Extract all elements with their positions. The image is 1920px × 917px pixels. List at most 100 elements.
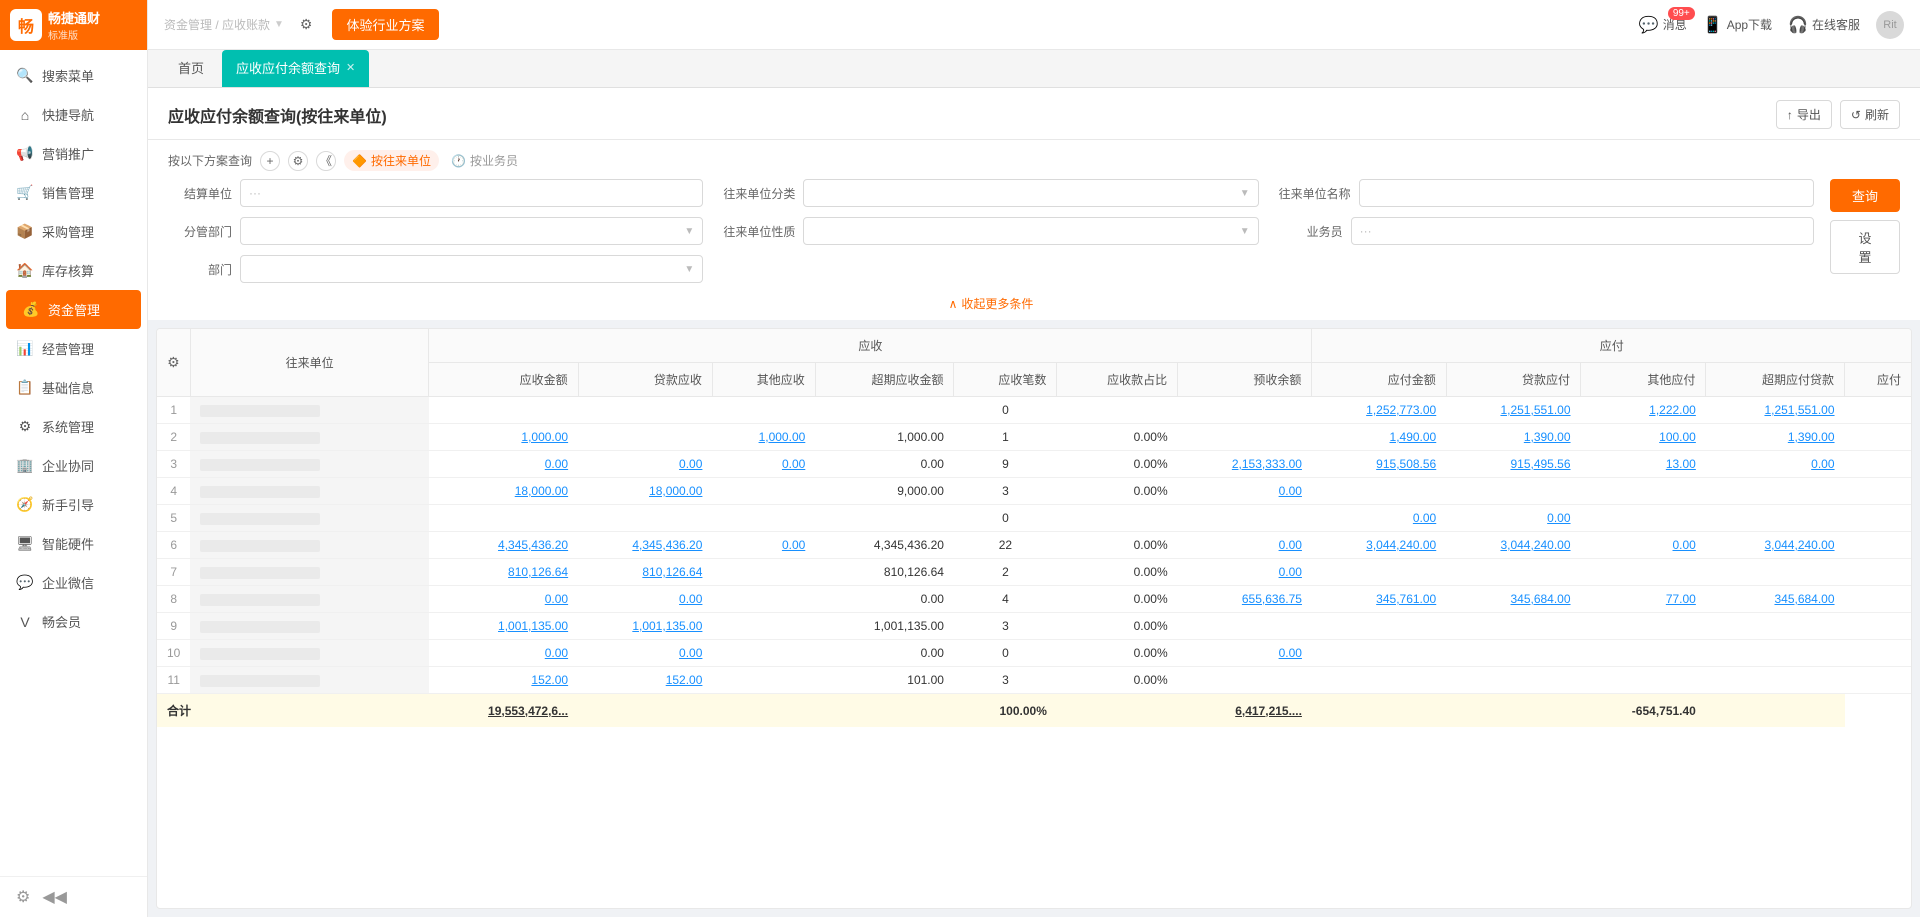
topbar-app-btn[interactable]: 📱 App下载: [1703, 15, 1772, 35]
sidebar-item-ops[interactable]: 📊 经营管理: [0, 329, 147, 368]
sidebar-item-corp[interactable]: 🏢 企业协同: [0, 446, 147, 485]
table-settings-icon[interactable]: ⚙: [167, 354, 180, 370]
sidebar-item-hardware[interactable]: 🖥 智能硬件: [0, 524, 147, 563]
filter-salesperson-input[interactable]: ···: [1351, 217, 1814, 245]
cell-num[interactable]: 18,000.00: [429, 478, 578, 505]
cell-num[interactable]: 1,251,551.00: [1446, 397, 1580, 424]
cell-num[interactable]: 0.00: [578, 451, 712, 478]
topbar-gear-icon[interactable]: ⚙: [300, 16, 313, 33]
cell-num[interactable]: 13.00: [1581, 451, 1706, 478]
filter-subdept-input[interactable]: ▼: [240, 255, 703, 283]
cell-num[interactable]: 0.00: [429, 586, 578, 613]
cell-num[interactable]: 0.00: [1178, 640, 1312, 667]
cell-num[interactable]: 3,044,240.00: [1312, 532, 1446, 559]
logo-name: 畅捷通财: [48, 8, 100, 27]
cell-num[interactable]: 655,636.75: [1178, 586, 1312, 613]
topbar-user[interactable]: Rit: [1876, 11, 1904, 39]
cell-num[interactable]: 3,044,240.00: [1706, 532, 1845, 559]
cell-num[interactable]: 0.00: [429, 451, 578, 478]
refresh-icon: ↺: [1851, 108, 1861, 122]
sidebar-item-sales[interactable]: 🛒 销售管理: [0, 173, 147, 212]
sidebar-collapse-btn[interactable]: ◀◀: [42, 887, 67, 907]
cell-num[interactable]: 3,044,240.00: [1446, 532, 1580, 559]
cell-num[interactable]: 100.00: [1581, 424, 1706, 451]
cell-num[interactable]: 1,001,135.00: [429, 613, 578, 640]
filter-name-input[interactable]: [1359, 179, 1814, 207]
table-row: 11 152.00 152.00 101.00 3 0.00%: [157, 667, 1911, 694]
scheme-item-partner[interactable]: 🔶 按往来单位: [344, 150, 439, 171]
cell-num[interactable]: 4,345,436.20: [578, 532, 712, 559]
filter-add-btn[interactable]: +: [260, 151, 280, 171]
filter-nature-input[interactable]: ▼: [803, 217, 1258, 245]
tab-ar-query[interactable]: 应收应付余额查询 ✕: [222, 50, 369, 87]
scheme-item-salesperson[interactable]: 🕐 按业务员: [443, 150, 526, 171]
footer-ap-amount[interactable]: 6,417,215....: [1178, 694, 1312, 728]
cell-num[interactable]: 4,345,436.20: [429, 532, 578, 559]
topbar-cta-button[interactable]: 体验行业方案: [332, 9, 438, 40]
cell-num[interactable]: 0.00: [429, 640, 578, 667]
cell-num[interactable]: 0.00: [1178, 532, 1312, 559]
cell-num[interactable]: 345,684.00: [1446, 586, 1580, 613]
settings-button[interactable]: 设置: [1830, 220, 1900, 274]
topbar-message-btn[interactable]: 💬 消息 99+: [1639, 15, 1687, 35]
sidebar-item-inventory[interactable]: 🏠 库存核算: [0, 251, 147, 290]
cell-num[interactable]: 1,000.00: [429, 424, 578, 451]
sidebar-item-system[interactable]: ⚙ 系统管理: [0, 407, 147, 446]
cell-num[interactable]: 345,684.00: [1706, 586, 1845, 613]
sidebar-item-purchase[interactable]: 📦 采购管理: [0, 212, 147, 251]
tab-close-icon[interactable]: ✕: [346, 61, 355, 74]
cell-num[interactable]: 0.00: [578, 586, 712, 613]
filter-settlement-input[interactable]: ···: [240, 179, 703, 207]
sidebar-item-member[interactable]: V 畅会员: [0, 602, 147, 641]
cell-num[interactable]: 915,508.56: [1312, 451, 1446, 478]
cell-num[interactable]: 1,390.00: [1446, 424, 1580, 451]
filter-collapse-row[interactable]: ∧ 收起更多条件: [168, 291, 1814, 320]
cell-num[interactable]: 152.00: [429, 667, 578, 694]
query-button[interactable]: 查询: [1830, 179, 1900, 212]
cell-num[interactable]: 0.00: [712, 532, 815, 559]
cell-num[interactable]: 2,153,333.00: [1178, 451, 1312, 478]
cell-num[interactable]: 915,495.56: [1446, 451, 1580, 478]
cell-num[interactable]: 810,126.64: [429, 559, 578, 586]
cell-num[interactable]: 1,000.00: [712, 424, 815, 451]
cell-num[interactable]: 1,490.00: [1312, 424, 1446, 451]
sidebar-settings-btn[interactable]: ⚙: [16, 887, 30, 907]
cell-num[interactable]: 0.00: [1178, 559, 1312, 586]
cell-num[interactable]: 0.00: [1581, 532, 1706, 559]
sidebar-item-quick-nav[interactable]: ⌂ 快捷导航: [0, 95, 147, 134]
cell-num[interactable]: 77.00: [1581, 586, 1706, 613]
topbar-service-btn[interactable]: 🎧 在线客服: [1788, 15, 1860, 35]
sidebar-item-marketing[interactable]: 📢 营销推广: [0, 134, 147, 173]
cell-num[interactable]: 0.00: [1312, 505, 1446, 532]
cell-num[interactable]: 0.00: [1706, 451, 1845, 478]
cell-num[interactable]: 1,222.00: [1581, 397, 1706, 424]
sidebar-item-wechat[interactable]: 💬 企业微信: [0, 563, 147, 602]
filter-category-input[interactable]: ▼: [803, 179, 1258, 207]
cell-num[interactable]: 1,390.00: [1706, 424, 1845, 451]
refresh-button[interactable]: ↺ 刷新: [1840, 100, 1900, 129]
cell-num[interactable]: 152.00: [578, 667, 712, 694]
sidebar-icon-sales: 🛒: [16, 184, 34, 201]
cell-num[interactable]: 0.00: [712, 451, 815, 478]
cell-num[interactable]: 345,761.00: [1312, 586, 1446, 613]
sidebar-item-guide[interactable]: 🧭 新手引导: [0, 485, 147, 524]
cell-num[interactable]: 810,126.64: [578, 559, 712, 586]
sidebar-item-base[interactable]: 📋 基础信息: [0, 368, 147, 407]
sidebar-item-search-menu[interactable]: 🔍 搜索菜单: [0, 56, 147, 95]
cell-empty: [1706, 667, 1845, 694]
filter-scheme-settings-btn[interactable]: ⚙: [288, 151, 308, 171]
filter-dept-input[interactable]: ▼: [240, 217, 703, 245]
cell-num[interactable]: 0.00: [1446, 505, 1580, 532]
cell-num[interactable]: 1,251,551.00: [1706, 397, 1845, 424]
tab-home[interactable]: 首页: [164, 50, 218, 87]
cell-num[interactable]: 0.00: [1178, 478, 1312, 505]
footer-ar-amount[interactable]: 19,553,472,6...: [429, 694, 578, 728]
cell-num[interactable]: 18,000.00: [578, 478, 712, 505]
cell-num[interactable]: 0.00: [578, 640, 712, 667]
cell-num[interactable]: 1,252,773.00: [1312, 397, 1446, 424]
cell-num[interactable]: 1,001,135.00: [578, 613, 712, 640]
export-button[interactable]: ↑ 导出: [1776, 100, 1832, 129]
sidebar-item-finance[interactable]: 💰 资金管理: [6, 290, 141, 329]
th-ar-amount: 应收金额: [429, 363, 578, 397]
filter-collapse-left-btn[interactable]: 《: [316, 151, 336, 171]
